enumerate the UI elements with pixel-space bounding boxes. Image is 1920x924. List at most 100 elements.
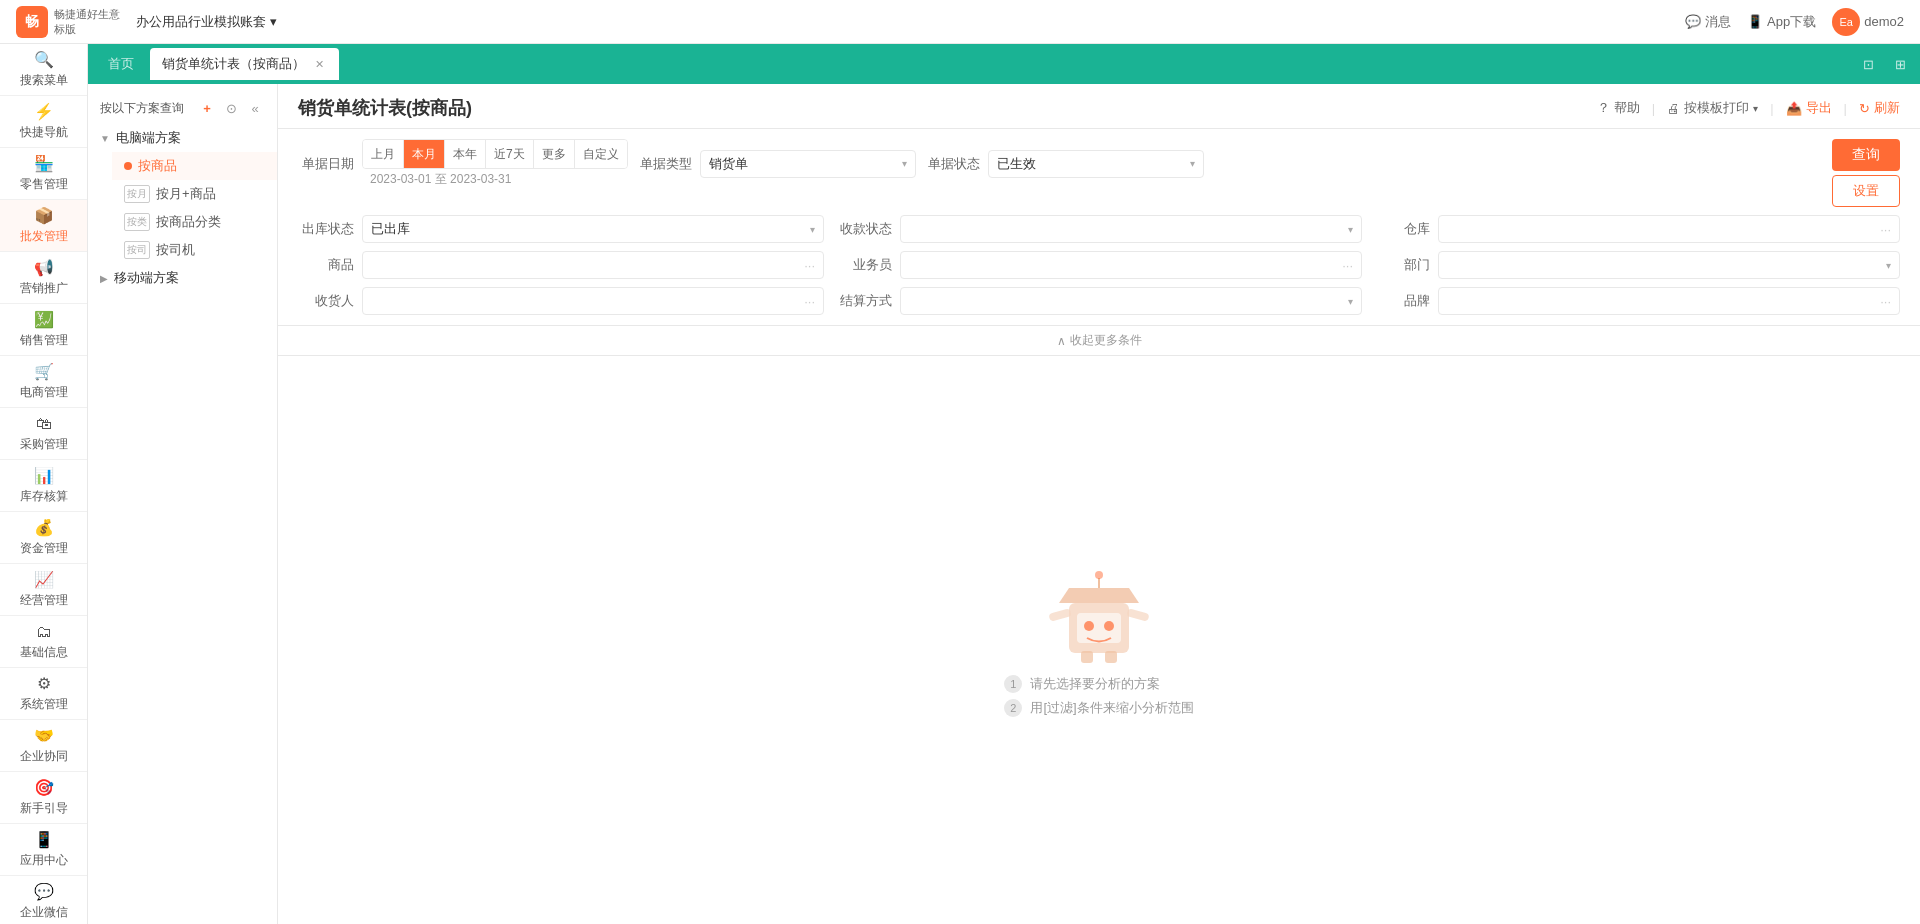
tree-item-by-month-product[interactable]: 按月 按月+商品	[112, 180, 277, 208]
user-menu[interactable]: Ea demo2	[1832, 8, 1904, 36]
system-icon: ⚙	[37, 674, 51, 693]
sidebar-item-basic[interactable]: 🗂 基础信息	[0, 616, 87, 668]
settings-button[interactable]: 设置	[1832, 175, 1900, 207]
sidebar-item-search[interactable]: 🔍 搜索菜单	[0, 44, 87, 96]
sidebar-item-purchase[interactable]: 🛍 采购管理	[0, 408, 87, 460]
doc-status-input[interactable]: 已生效 ▾	[988, 150, 1204, 178]
tree-item-by-product[interactable]: 按商品	[112, 152, 277, 180]
top-header: 畅 畅捷通好生意 标版 办公用品行业模拟账套 ▾ 💬 消息 📱 App下载 Ea…	[0, 0, 1920, 44]
content-area: 首页 销货单统计表（按商品） ✕ ⊡ ⊞ 按以下方案查询 + ⊙ «	[88, 44, 1920, 924]
add-scheme-button[interactable]: +	[197, 98, 217, 118]
tree-group-mobile[interactable]: ▶ 移动端方案	[88, 264, 277, 292]
sidebar-item-app-center[interactable]: 📱 应用中心	[0, 824, 87, 876]
payment-chevron-icon: ▾	[1348, 296, 1353, 307]
date-range-text: 2023-03-01 至 2023-03-31	[370, 171, 628, 188]
doc-type-input[interactable]: 销货单 ▾	[700, 150, 916, 178]
settings-scheme-button[interactable]: ⊙	[221, 98, 241, 118]
sidebar-item-enterprise-collab[interactable]: 🤝 企业协同	[0, 720, 87, 772]
help-button[interactable]: ？ 帮助	[1597, 99, 1640, 117]
wholesale-icon: 📦	[34, 206, 54, 225]
tab-sales-stat[interactable]: 销货单统计表（按商品） ✕	[150, 48, 339, 80]
sidebar-item-system[interactable]: ⚙ 系统管理	[0, 668, 87, 720]
tab-maximize-button[interactable]: ⊞	[1888, 52, 1912, 76]
date-btn-last-month[interactable]: 上月	[363, 140, 404, 168]
download-icon: 📱	[1747, 14, 1763, 29]
tree-expand-arrow-mobile: ▶	[100, 273, 108, 284]
export-button[interactable]: 📤 导出	[1786, 99, 1832, 117]
date-btn-7days[interactable]: 近7天	[486, 140, 534, 168]
tree-item-by-driver[interactable]: 按司 按司机	[112, 236, 277, 264]
salesperson-dots: ···	[1342, 258, 1353, 273]
dept-label: 部门	[1374, 256, 1430, 274]
logo-text: 畅捷通好生意 标版	[54, 7, 120, 36]
workspace-selector[interactable]: 办公用品行业模拟账套 ▾	[128, 9, 285, 35]
empty-step-2: 2 用[过滤]条件来缩小分析范围	[1004, 699, 1193, 717]
export-icon: 📤	[1786, 101, 1802, 116]
doc-status-label: 单据状态	[924, 155, 980, 173]
tab-home[interactable]: 首页	[96, 48, 146, 80]
marketing-icon: 📢	[34, 258, 54, 277]
svg-point-3	[1084, 621, 1094, 631]
sidebar-item-finance[interactable]: 💰 资金管理	[0, 512, 87, 564]
out-status-input[interactable]: 已出库 ▾	[362, 215, 824, 243]
query-button[interactable]: 查询	[1832, 139, 1900, 171]
dept-input[interactable]: ▾	[1438, 251, 1900, 279]
print-chevron-icon: ▾	[1753, 103, 1758, 114]
receiver-input[interactable]: ···	[362, 287, 824, 315]
tree-item-by-category[interactable]: 按类 按商品分类	[112, 208, 277, 236]
sidebar-item-sales-mgmt[interactable]: 💹 销售管理	[0, 304, 87, 356]
header-left: 畅 畅捷通好生意 标版 办公用品行业模拟账套 ▾	[16, 6, 285, 38]
warehouse-input[interactable]: ···	[1438, 215, 1900, 243]
refresh-button[interactable]: ↻ 刷新	[1859, 99, 1900, 117]
title-actions: ？ 帮助 | 🖨 按模板打印 ▾ | 📤 导出	[1597, 99, 1900, 117]
collapse-panel-button[interactable]: «	[245, 98, 265, 118]
sidebar-item-retail[interactable]: 🏪 零售管理	[0, 148, 87, 200]
tab-close-button[interactable]: ✕	[311, 56, 327, 72]
date-btn-this-year[interactable]: 本年	[445, 140, 486, 168]
collapse-more-button[interactable]: ∧ 收起更多条件	[278, 326, 1920, 356]
svg-point-4	[1104, 621, 1114, 631]
date-btn-more[interactable]: 更多	[534, 140, 575, 168]
tab-restore-button[interactable]: ⊡	[1856, 52, 1880, 76]
finance-icon: 💰	[34, 518, 54, 537]
tab-bar: 首页 销货单统计表（按商品） ✕ ⊡ ⊞	[88, 44, 1920, 84]
message-button[interactable]: 💬 消息	[1685, 13, 1731, 31]
product-input[interactable]: ···	[362, 251, 824, 279]
inventory-icon: 📊	[34, 466, 54, 485]
sidebar-item-ecommerce[interactable]: 🛒 电商管理	[0, 356, 87, 408]
page-title-bar: 销货单统计表(按商品) ？ 帮助 | 🖨 按模板打印 ▾ |	[278, 84, 1920, 129]
receiver-dots: ···	[804, 294, 815, 309]
newbie-icon: 🎯	[34, 778, 54, 797]
sidebar-item-quick-nav[interactable]: ⚡ 快捷导航	[0, 96, 87, 148]
doc-type-field: 单据类型 销货单 ▾	[636, 150, 916, 178]
brand-input[interactable]: ···	[1438, 287, 1900, 315]
sidebar-item-operation[interactable]: 📈 经营管理	[0, 564, 87, 616]
sidebar-item-enterprise-wechat[interactable]: 💬 企业微信	[0, 876, 87, 924]
product-field: 商品 ···	[298, 251, 824, 279]
empty-illustration	[1039, 563, 1159, 663]
print-template-button[interactable]: 🖨 按模板打印 ▾	[1667, 99, 1758, 117]
svg-marker-1	[1059, 588, 1139, 603]
doc-status-chevron-icon: ▾	[1190, 158, 1195, 169]
app-download-button[interactable]: 📱 App下载	[1747, 13, 1816, 31]
salesperson-input[interactable]: ···	[900, 251, 1362, 279]
receiver-field: 收货人 ···	[298, 287, 824, 315]
page-title: 销货单统计表(按商品)	[298, 96, 472, 120]
sidebar-item-newbie[interactable]: 🎯 新手引导	[0, 772, 87, 824]
empty-steps: 1 请先选择要分析的方案 2 用[过滤]条件来缩小分析范围	[1004, 675, 1193, 717]
tree-expand-arrow: ▼	[100, 133, 110, 144]
sidebar-item-marketing[interactable]: 📢 营销推广	[0, 252, 87, 304]
sidebar-item-inventory[interactable]: 📊 库存核算	[0, 460, 87, 512]
salesperson-field: 业务员 ···	[836, 251, 1362, 279]
receipt-status-input[interactable]: ▾	[900, 215, 1362, 243]
sidebar-item-wholesale[interactable]: 📦 批发管理	[0, 200, 87, 252]
date-btn-this-month[interactable]: 本月	[404, 140, 445, 168]
date-btn-custom[interactable]: 自定义	[575, 140, 627, 168]
out-status-chevron-icon: ▾	[810, 224, 815, 235]
page-content: 按以下方案查询 + ⊙ « ▼ 电脑端方案 按商品	[88, 84, 1920, 924]
tree-group-desktop[interactable]: ▼ 电脑端方案	[88, 124, 277, 152]
logo-area: 畅 畅捷通好生意 标版	[16, 6, 120, 38]
enterprise-wechat-icon: 💬	[34, 882, 54, 901]
warehouse-dots: ···	[1880, 222, 1891, 237]
payment-input[interactable]: ▾	[900, 287, 1362, 315]
